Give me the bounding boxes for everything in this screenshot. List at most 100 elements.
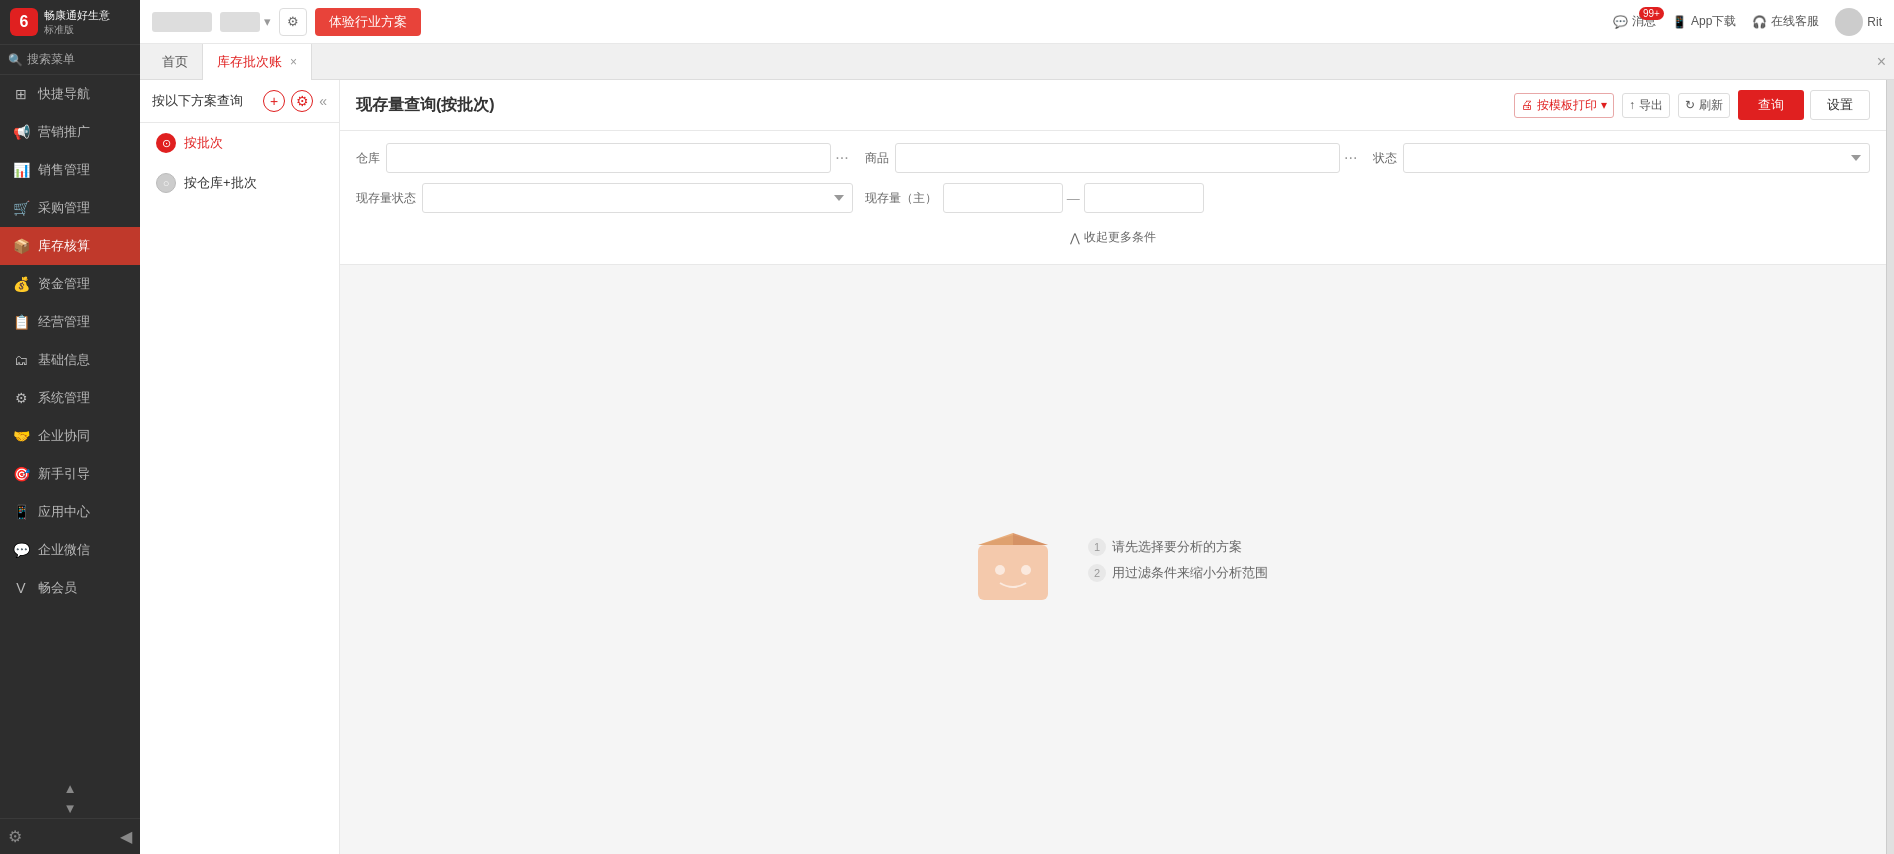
inventory-qty-label: 现存量（主） (865, 190, 937, 207)
query-button[interactable]: 查询 (1738, 90, 1804, 120)
sidebar-item-basics[interactable]: 🗂 基础信息 (0, 341, 140, 379)
svg-marker-5 (978, 535, 1048, 545)
product-dots[interactable]: ··· (1340, 149, 1361, 167)
app-logo: 6 (10, 8, 38, 36)
warehouse-dots[interactable]: ··· (831, 149, 852, 167)
plan-item-by-batch[interactable]: ⊙ 按批次 (140, 123, 339, 163)
print-button[interactable]: 🖨 按模板打印 ▾ (1514, 93, 1614, 118)
purchase-icon: 🛒 (12, 199, 30, 217)
sidebar-collapse-icon[interactable]: ◀ (120, 827, 132, 846)
warehouse-input[interactable] (386, 143, 831, 173)
plan-icon-batch: ⊙ (156, 133, 176, 153)
finance-icon: 💰 (12, 275, 30, 293)
trial-button[interactable]: 体验行业方案 (315, 8, 421, 36)
sidebar-nav: ⊞ 快捷导航 📢 营销推广 📊 销售管理 🛒 采购管理 📦 库存核算 💰 资金管… (0, 75, 140, 778)
sidebar-scroll-up[interactable]: ▲ (0, 778, 140, 798)
status-label: 状态 (1373, 150, 1397, 167)
product-label: 商品 (865, 150, 889, 167)
sidebar-item-label: 销售管理 (38, 161, 90, 179)
collapse-more-button[interactable]: ⋀ 收起更多条件 (356, 223, 1870, 252)
inventory-qty-min-input[interactable] (943, 183, 1063, 213)
export-label: 导出 (1639, 97, 1663, 114)
sidebar-item-label: 应用中心 (38, 503, 90, 521)
sidebar-item-sales[interactable]: 📊 销售管理 (0, 151, 140, 189)
sidebar-scroll-down[interactable]: ▼ (0, 798, 140, 818)
refresh-icon: ↻ (1685, 98, 1695, 112)
left-filter-panel: 按以下方案查询 + ⚙ « ⊙ 按批次 ○ (140, 80, 340, 854)
filter-settings-button[interactable]: 设置 (1810, 90, 1870, 120)
sidebar-item-label: 资金管理 (38, 275, 90, 293)
user-profile-button[interactable]: Rit (1835, 8, 1882, 36)
sidebar-item-operations[interactable]: 📋 经营管理 (0, 303, 140, 341)
right-scrollbar[interactable] (1886, 80, 1894, 854)
gear-icon: ⚙ (287, 14, 299, 29)
tab-home-label: 首页 (162, 53, 188, 71)
inventory-status-select[interactable] (422, 183, 853, 213)
operations-icon: 📋 (12, 313, 30, 331)
sidebar-item-app-center[interactable]: 📱 应用中心 (0, 493, 140, 531)
left-panel-header: 按以下方案查询 + ⚙ « (140, 80, 339, 123)
download-icon: 📱 (1672, 15, 1687, 29)
sidebar-item-purchase[interactable]: 🛒 采购管理 (0, 189, 140, 227)
topbar-right: 💬 消息 99+ 📱 App下载 🎧 在线客服 Rit (1613, 8, 1882, 36)
refresh-button[interactable]: ↻ 刷新 (1678, 93, 1730, 118)
app-download-button[interactable]: 📱 App下载 (1672, 13, 1736, 30)
inventory-icon: 📦 (12, 237, 30, 255)
sidebar-item-marketing[interactable]: 📢 营销推广 (0, 113, 140, 151)
warehouse-label: 仓库 (356, 150, 380, 167)
topbar-settings-button[interactable]: ⚙ (279, 8, 307, 36)
service-icon: 🎧 (1752, 15, 1767, 29)
sidebar-settings-icon[interactable]: ⚙ (8, 827, 22, 846)
add-plan-button[interactable]: + (263, 90, 285, 112)
messages-badge: 99+ (1639, 7, 1664, 20)
inventory-qty-filter: 现存量（主） — (865, 183, 1362, 213)
tab-home[interactable]: 首页 (148, 44, 203, 80)
quick-nav-icon: ⊞ (12, 85, 30, 103)
inventory-qty-max-input[interactable] (1084, 183, 1204, 213)
plan-item-by-warehouse-batch[interactable]: ○ 按仓库+批次 (140, 163, 339, 203)
sidebar-search[interactable]: 🔍 搜索菜单 (0, 45, 140, 75)
app-edition: 标准版 (44, 23, 110, 36)
sidebar-item-label: 库存核算 (38, 237, 90, 255)
panel-collapse-button[interactable]: « (319, 93, 327, 109)
product-input[interactable] (895, 143, 1340, 173)
tab-inventory-batch[interactable]: 库存批次账 × (203, 44, 312, 80)
sidebar-item-newbie[interactable]: 🎯 新手引导 (0, 455, 140, 493)
sidebar-item-vip[interactable]: V 畅会员 (0, 569, 140, 607)
filter-row-2: 现存量状态 现存量（主） — (356, 183, 1870, 213)
sidebar-item-label: 系统管理 (38, 389, 90, 407)
sidebar-footer: ⚙ ◀ (0, 818, 140, 854)
plan-settings-button[interactable]: ⚙ (291, 90, 313, 112)
tab-inventory-batch-label: 库存批次账 (217, 53, 282, 71)
empty-box-svg (958, 505, 1068, 615)
dash-separator: — (1063, 191, 1084, 206)
close-all-tabs-button[interactable]: × (1877, 53, 1886, 71)
topbar: ▾ ⚙ 体验行业方案 💬 消息 99+ 📱 App下载 🎧 在线客服 (140, 0, 1894, 44)
plan-label-warehouse: 按仓库+批次 (184, 174, 257, 192)
sidebar-item-corp[interactable]: 🤝 企业协同 (0, 417, 140, 455)
plus-icon: + (270, 93, 278, 109)
plan-label-batch: 按批次 (184, 134, 223, 152)
export-button[interactable]: ↑ 导出 (1622, 93, 1670, 118)
sidebar-item-inventory[interactable]: 📦 库存核算 (0, 227, 140, 265)
empty-tip-1: 1 请先选择要分析的方案 (1088, 538, 1268, 556)
messages-button[interactable]: 💬 消息 99+ (1613, 13, 1656, 30)
panel-actions: + ⚙ « (263, 90, 327, 112)
gear-icon: ⚙ (296, 93, 309, 109)
status-select[interactable] (1403, 143, 1870, 173)
sales-icon: 📊 (12, 161, 30, 179)
panel-title: 按以下方案查询 (152, 92, 243, 110)
sidebar-search-label: 搜索菜单 (27, 51, 75, 68)
tab-close-button[interactable]: × (290, 55, 297, 69)
sidebar-item-corp-wechat[interactable]: 💬 企业微信 (0, 531, 140, 569)
app-download-label: App下载 (1691, 13, 1736, 30)
page-header: 现存量查询(按批次) 🖨 按模板打印 ▾ ↑ 导出 ↻ 刷新 (340, 80, 1886, 131)
online-service-button[interactable]: 🎧 在线客服 (1752, 13, 1819, 30)
breadcrumb: ▾ (152, 12, 271, 32)
sidebar-item-finance[interactable]: 💰 资金管理 (0, 265, 140, 303)
sidebar-item-quick-nav[interactable]: ⊞ 快捷导航 (0, 75, 140, 113)
vip-icon: V (12, 579, 30, 597)
inventory-status-label: 现存量状态 (356, 190, 416, 207)
sidebar-item-label: 经营管理 (38, 313, 90, 331)
sidebar-item-system[interactable]: ⚙ 系统管理 (0, 379, 140, 417)
